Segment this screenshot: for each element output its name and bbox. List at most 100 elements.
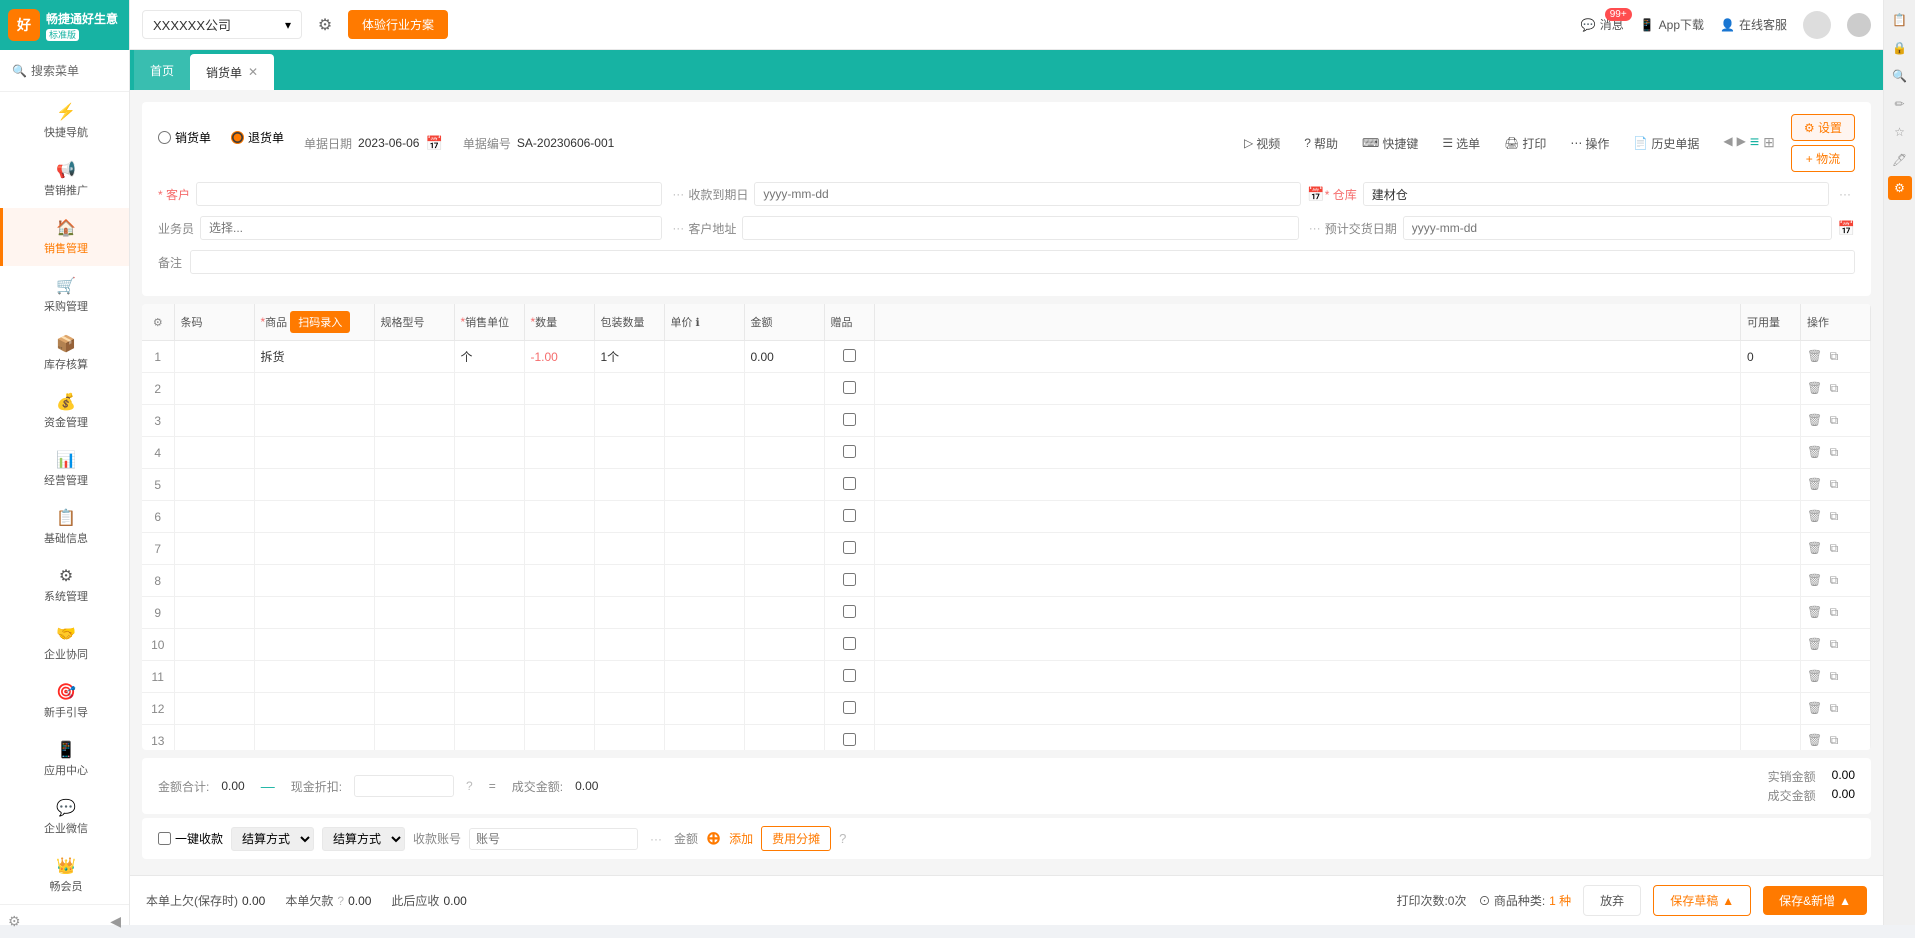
delete-icon[interactable]: 🗑	[1807, 541, 1822, 555]
add-payment-btn[interactable]: ⊕	[706, 828, 721, 849]
discard-button[interactable]: 放弃	[1583, 885, 1641, 916]
settings-button[interactable]: ⚙ 设置	[1791, 114, 1855, 141]
delete-icon[interactable]: 🗑	[1807, 349, 1822, 363]
calendar-icon[interactable]: 📅	[425, 135, 442, 152]
account-input[interactable]	[469, 828, 638, 850]
estimated-date-calendar-icon[interactable]: 📅	[1838, 220, 1855, 237]
fee-split-button[interactable]: 费用分摊	[761, 826, 831, 851]
row-gift[interactable]	[824, 469, 874, 501]
account-more-icon[interactable]: ···	[646, 832, 666, 846]
copy-icon[interactable]: ⧉	[1830, 413, 1839, 427]
account-select[interactable]: 结算方式	[322, 827, 405, 851]
fee-help-icon[interactable]: ?	[839, 831, 846, 846]
delete-icon[interactable]: 🗑	[1807, 573, 1822, 587]
right-panel-pen[interactable]: 🖊	[1888, 148, 1912, 172]
row-barcode[interactable]	[174, 373, 254, 405]
copy-icon[interactable]: ⧉	[1830, 445, 1839, 459]
sidebar-item-sales[interactable]: 🏠销售管理	[0, 208, 129, 266]
right-panel-orange[interactable]: ⚙	[1888, 176, 1912, 200]
copy-icon[interactable]: ⧉	[1830, 573, 1839, 587]
history-btn[interactable]: 📄 历史单据	[1625, 131, 1707, 156]
customer-more-icon[interactable]: ···	[668, 187, 688, 201]
row-barcode[interactable]	[174, 405, 254, 437]
video-btn[interactable]: ▷ 视频	[1236, 131, 1288, 156]
delete-icon[interactable]: 🗑	[1807, 509, 1822, 523]
row-barcode[interactable]	[174, 469, 254, 501]
save-draft-button[interactable]: 保存草稿 ▲	[1653, 885, 1751, 916]
customer-addr-input[interactable]	[742, 216, 1298, 240]
warehouse-input[interactable]	[1363, 182, 1829, 206]
delete-icon[interactable]: 🗑	[1807, 701, 1822, 715]
delete-icon[interactable]: 🗑	[1807, 413, 1822, 427]
warehouse-more-icon[interactable]: ···	[1835, 187, 1855, 201]
right-panel-star[interactable]: ☆	[1888, 120, 1912, 144]
logistics-button[interactable]: + 物流	[1791, 145, 1855, 172]
delete-icon[interactable]: 🗑	[1807, 381, 1822, 395]
collapse-icon[interactable]: ◀	[110, 913, 121, 930]
trial-button[interactable]: 体验行业方案	[348, 10, 448, 39]
cash-discount-input[interactable]	[354, 775, 454, 797]
sidebar-item-guide[interactable]: 🎯新手引导	[0, 672, 129, 730]
copy-icon[interactable]: ⧉	[1830, 509, 1839, 523]
add-label[interactable]: 添加	[729, 830, 753, 847]
sidebar-item-wechat[interactable]: 💬企业微信	[0, 788, 129, 846]
sidebar-item-base-info[interactable]: 📋基础信息	[0, 498, 129, 556]
help-debt-icon[interactable]: ?	[337, 894, 344, 908]
copy-icon[interactable]: ⧉	[1830, 605, 1839, 619]
gear-button[interactable]: ⚙	[310, 10, 340, 40]
due-date-calendar-icon[interactable]: 📅	[1307, 186, 1324, 203]
sidebar-item-inventory[interactable]: 📦库存核算	[0, 324, 129, 382]
row-gift[interactable]	[824, 565, 874, 597]
help-circle-icon[interactable]: ?	[466, 779, 473, 793]
payment-method-select[interactable]: 结算方式	[231, 827, 314, 851]
copy-icon[interactable]: ⧉	[1830, 701, 1839, 715]
delete-icon[interactable]: 🗑	[1807, 669, 1822, 683]
row-gift[interactable]	[824, 661, 874, 693]
grid-view-icon[interactable]: ⊞	[1763, 134, 1775, 152]
tab-close-icon[interactable]: ✕	[248, 65, 258, 79]
row-barcode[interactable]	[174, 725, 254, 751]
tab-sales-order[interactable]: 销货单 ✕	[190, 54, 274, 90]
row-barcode[interactable]	[174, 437, 254, 469]
sidebar-item-system[interactable]: ⚙系统管理	[0, 556, 129, 614]
row-gift[interactable]	[824, 597, 874, 629]
right-panel-lock[interactable]: 🔒	[1888, 36, 1912, 60]
shortcut-btn[interactable]: ⌨ 快捷键	[1354, 131, 1426, 156]
list-view-icon[interactable]: ≡	[1750, 134, 1759, 152]
copy-icon[interactable]: ⧉	[1830, 733, 1839, 747]
row-barcode[interactable]	[174, 533, 254, 565]
sidebar-item-app-center[interactable]: 📱应用中心	[0, 730, 129, 788]
message-button[interactable]: 💬 消息 99+	[1581, 16, 1624, 33]
row-gift[interactable]	[824, 533, 874, 565]
delete-icon[interactable]: 🗑	[1807, 637, 1822, 651]
row-barcode[interactable]	[174, 341, 254, 373]
copy-icon[interactable]: ⧉	[1830, 381, 1839, 395]
sidebar-item-member[interactable]: 👑畅会员	[0, 846, 129, 904]
customer-input[interactable]	[196, 182, 662, 206]
help-btn[interactable]: ? 帮助	[1296, 131, 1346, 156]
row-gift[interactable]	[824, 693, 874, 725]
ops-btn[interactable]: ⋯ 操作	[1562, 131, 1617, 156]
row-gift[interactable]	[824, 405, 874, 437]
print-btn[interactable]: 🖨 打印	[1496, 131, 1554, 156]
row-gift[interactable]	[824, 629, 874, 661]
copy-icon[interactable]: ⧉	[1830, 669, 1839, 683]
tab-home[interactable]: 首页	[134, 50, 190, 90]
copy-icon[interactable]: ⧉	[1830, 637, 1839, 651]
scan-button[interactable]: 扫码录入	[290, 311, 350, 333]
addr-more-icon[interactable]: ···	[1305, 221, 1325, 235]
row-barcode[interactable]	[174, 661, 254, 693]
due-date-input[interactable]	[754, 182, 1301, 206]
company-selector[interactable]: XXXXXX公司 ▾	[142, 10, 302, 39]
estimated-date-input[interactable]	[1403, 216, 1832, 240]
row-gift[interactable]	[824, 501, 874, 533]
row-gift[interactable]	[824, 373, 874, 405]
remark-input[interactable]	[190, 250, 1855, 274]
delete-icon[interactable]: 🗑	[1807, 733, 1822, 747]
one-click-pay-checkbox[interactable]: 一键收款	[158, 830, 223, 847]
row-gift[interactable]	[824, 341, 874, 373]
return-order-radio[interactable]: 退货单	[231, 129, 284, 146]
sidebar-item-purchase[interactable]: 🛒采购管理	[0, 266, 129, 324]
delete-icon[interactable]: 🗑	[1807, 445, 1822, 459]
app-download-button[interactable]: 📱 App下载	[1640, 16, 1704, 33]
